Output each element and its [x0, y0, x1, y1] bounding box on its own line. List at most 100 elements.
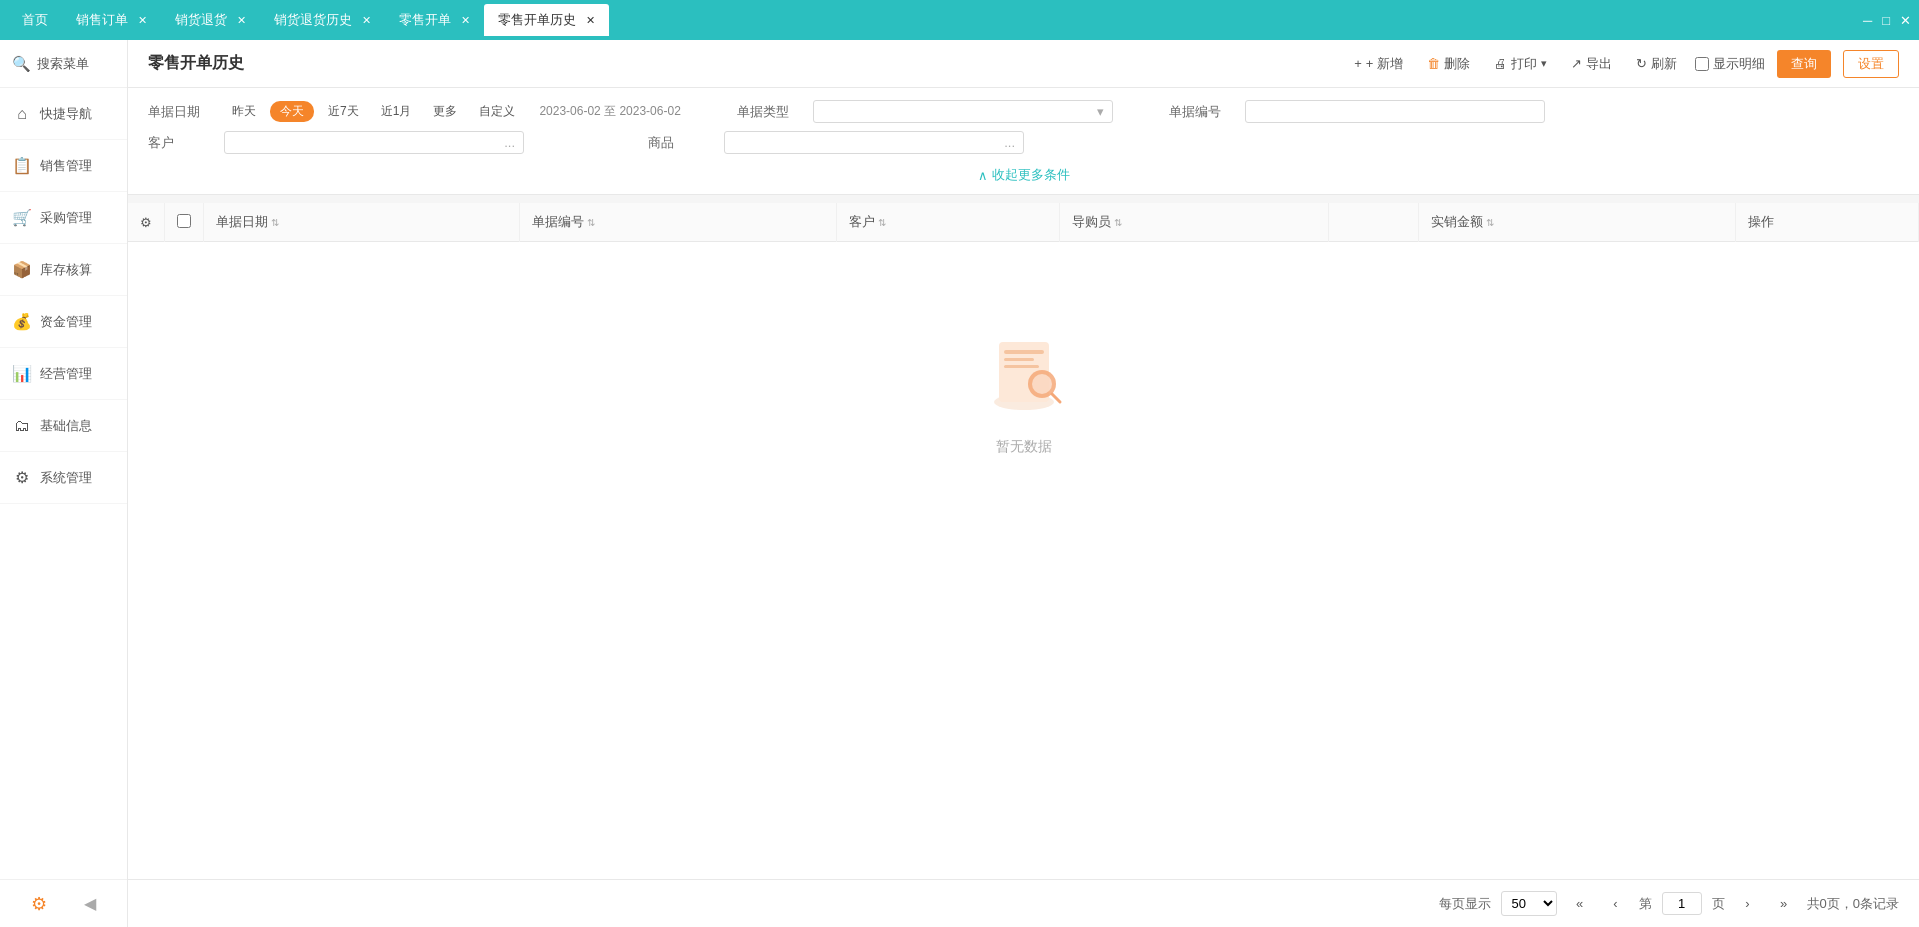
- page-input[interactable]: [1662, 892, 1702, 915]
- sidebar-item-system-mgmt[interactable]: ⚙ 系统管理: [0, 452, 127, 504]
- delete-icon: 🗑: [1427, 56, 1440, 71]
- last1m-btn[interactable]: 近1月: [373, 101, 420, 122]
- sidebar-search-label: 搜索菜单: [37, 55, 89, 73]
- content-area: 零售开单历史 + + 新增 🗑 删除 🖨 打印 ▾ ↗ 导出 ↻ 刷新 显示明细…: [128, 40, 1919, 927]
- sort-customer-icon[interactable]: ⇅: [878, 217, 886, 228]
- tab-retail-open-history-close[interactable]: ✕: [586, 14, 595, 27]
- system-icon: ⚙: [12, 468, 32, 487]
- first-page-btn[interactable]: «: [1567, 891, 1593, 917]
- sidebar-item-finance[interactable]: 💰 资金管理: [0, 296, 127, 348]
- tab-sales-order-close[interactable]: ✕: [138, 14, 147, 27]
- sidebar-item-label: 库存核算: [40, 261, 92, 279]
- bill-no-label: 单据编号: [1169, 103, 1229, 121]
- table-header-row: ⚙ 单据日期 ⇅: [128, 203, 1919, 242]
- sort-salesperson-icon[interactable]: ⇅: [1114, 217, 1122, 228]
- total-info: 共0页，0条记录: [1807, 895, 1899, 913]
- sort-date-icon[interactable]: ⇅: [271, 217, 279, 228]
- refresh-icon: ↻: [1636, 56, 1647, 71]
- tab-sales-return-close[interactable]: ✕: [237, 14, 246, 27]
- add-icon: +: [1354, 56, 1362, 71]
- customer-select[interactable]: ...: [224, 131, 524, 154]
- sort-bill-no-icon[interactable]: ⇅: [587, 217, 595, 228]
- finance-icon: 💰: [12, 312, 32, 331]
- last-page-btn[interactable]: »: [1771, 891, 1797, 917]
- refresh-button[interactable]: ↻ 刷新: [1630, 51, 1683, 77]
- display-detail-input[interactable]: [1695, 57, 1709, 71]
- th-salesperson: 导购员 ⇅: [1059, 203, 1329, 242]
- filter-row-2: 客户 ... 商品 ...: [148, 131, 1899, 154]
- tab-home[interactable]: 首页: [8, 4, 62, 36]
- sidebar-item-operation[interactable]: 📊 经营管理: [0, 348, 127, 400]
- export-button[interactable]: ↗ 导出: [1565, 51, 1618, 77]
- goods-select[interactable]: ...: [724, 131, 1024, 154]
- custom-btn[interactable]: 自定义: [471, 101, 523, 122]
- svg-rect-3: [1004, 358, 1034, 361]
- settings-button[interactable]: 设置: [1843, 50, 1899, 78]
- th-action: 操作: [1735, 203, 1918, 242]
- sidebar-item-label: 基础信息: [40, 417, 92, 435]
- sidebar-collapse-icon[interactable]: ◀: [84, 894, 96, 913]
- sidebar-item-basic-info[interactable]: 🗂 基础信息: [0, 400, 127, 452]
- window-min-btn[interactable]: ─: [1863, 13, 1872, 28]
- window-controls: ─ □ ✕: [1863, 13, 1911, 28]
- customer-label: 客户: [148, 134, 208, 152]
- bill-no-input[interactable]: [1245, 100, 1545, 123]
- sidebar-item-inventory[interactable]: 📦 库存核算: [0, 244, 127, 296]
- th-date: 单据日期 ⇅: [204, 203, 520, 242]
- sidebar-item-purchase-mgmt[interactable]: 🛒 采购管理: [0, 192, 127, 244]
- window-max-btn[interactable]: □: [1882, 13, 1890, 28]
- next-page-btn[interactable]: ›: [1735, 891, 1761, 917]
- select-all-checkbox[interactable]: [177, 214, 191, 228]
- date-range-display: 2023-06-02 至 2023-06-02: [539, 103, 680, 120]
- prev-page-btn[interactable]: ‹: [1603, 891, 1629, 917]
- empty-illustration: [974, 322, 1074, 422]
- tab-retail-open[interactable]: 零售开单 ✕: [385, 4, 484, 36]
- main-layout: 🔍 搜索菜单 ⌂ 快捷导航 📋 销售管理 🛒 采购管理 📦 库存核算 💰 资金管…: [0, 40, 1919, 927]
- th-gear[interactable]: ⚙: [128, 203, 165, 242]
- last7-btn[interactable]: 近7天: [320, 101, 367, 122]
- collapse-btn[interactable]: ∧ 收起更多条件: [148, 162, 1899, 188]
- sidebar-item-label: 快捷导航: [40, 105, 92, 123]
- delete-button[interactable]: 🗑 删除: [1421, 51, 1476, 77]
- query-button[interactable]: 查询: [1777, 50, 1831, 78]
- operation-icon: 📊: [12, 364, 32, 383]
- tab-sales-return-history-close[interactable]: ✕: [362, 14, 371, 27]
- today-btn[interactable]: 今天: [270, 101, 314, 122]
- print-icon: 🖨: [1494, 56, 1507, 71]
- sort-amount-icon[interactable]: ⇅: [1486, 217, 1494, 228]
- sales-icon: 📋: [12, 156, 32, 175]
- basic-info-icon: 🗂: [12, 417, 32, 435]
- sidebar: 🔍 搜索菜单 ⌂ 快捷导航 📋 销售管理 🛒 采购管理 📦 库存核算 💰 资金管…: [0, 40, 128, 927]
- table-area: ⚙ 单据日期 ⇅: [128, 203, 1919, 879]
- empty-state: 暂无数据: [128, 242, 1919, 536]
- sidebar-settings-icon[interactable]: ⚙: [31, 893, 47, 915]
- sidebar-item-sales-mgmt[interactable]: 📋 销售管理: [0, 140, 127, 192]
- svg-rect-4: [1004, 365, 1039, 368]
- customer-dots[interactable]: ...: [504, 135, 515, 150]
- table-wrapper: ⚙ 单据日期 ⇅: [128, 203, 1919, 536]
- sidebar-item-quick-nav[interactable]: ⌂ 快捷导航: [0, 88, 127, 140]
- chevron-down-icon: ▾: [1097, 104, 1104, 119]
- tab-sales-return-history[interactable]: 销货退货历史 ✕: [260, 4, 385, 36]
- tab-sales-return[interactable]: 销货退货 ✕: [161, 4, 260, 36]
- tab-sales-order[interactable]: 销售订单 ✕: [62, 4, 161, 36]
- add-button[interactable]: + + 新增: [1348, 51, 1409, 77]
- empty-text: 暂无数据: [996, 438, 1052, 456]
- yesterday-btn[interactable]: 昨天: [224, 101, 264, 122]
- tab-retail-open-history[interactable]: 零售开单历史 ✕: [484, 4, 609, 36]
- per-page-select[interactable]: 50 10 20 100: [1501, 891, 1557, 916]
- per-page-label: 每页显示: [1439, 895, 1491, 913]
- window-close-btn[interactable]: ✕: [1900, 13, 1911, 28]
- print-dropdown-icon: ▾: [1541, 57, 1547, 70]
- goods-dots[interactable]: ...: [1004, 135, 1015, 150]
- print-button[interactable]: 🖨 打印 ▾: [1488, 51, 1553, 77]
- export-icon: ↗: [1571, 56, 1582, 71]
- bill-type-select[interactable]: ▾: [813, 100, 1113, 123]
- more-btn[interactable]: 更多: [425, 101, 465, 122]
- tab-retail-open-close[interactable]: ✕: [461, 14, 470, 27]
- sidebar-item-label: 资金管理: [40, 313, 92, 331]
- sidebar-search[interactable]: 🔍 搜索菜单: [0, 40, 127, 88]
- display-detail-checkbox[interactable]: 显示明细: [1695, 55, 1765, 73]
- toolbar: + + 新增 🗑 删除 🖨 打印 ▾ ↗ 导出 ↻ 刷新 显示明细 查询 设置: [1348, 50, 1899, 78]
- th-check[interactable]: [165, 203, 204, 242]
